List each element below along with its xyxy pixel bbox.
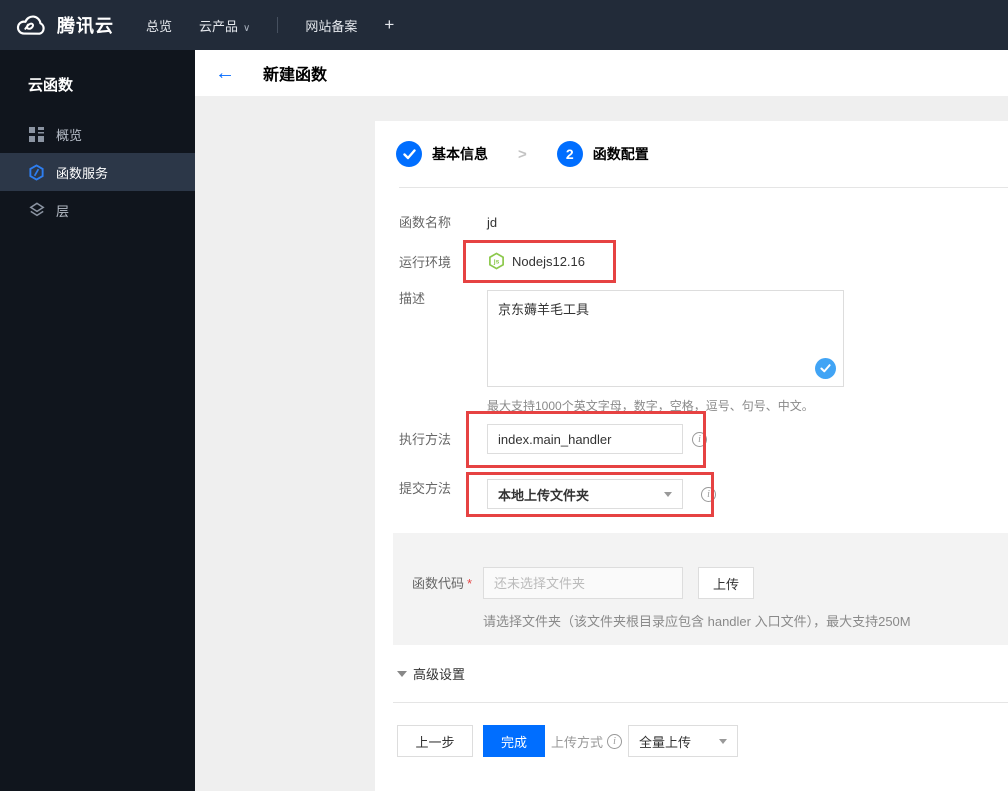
runtime-value-row: js Nodejs12.16 <box>488 252 585 270</box>
nav-item-cloud-products[interactable]: 云产品 ∨ <box>199 16 250 35</box>
description-hint: 最大支持1000个英文字母，数字，空格，逗号、句号、中文。 <box>487 399 814 413</box>
nav-item-overview[interactable]: 总览 <box>146 16 172 35</box>
tencent-cloud-logo-icon <box>14 13 48 38</box>
step-label-basic-info: 基本信息 <box>432 146 488 162</box>
upload-mode-select[interactable]: 全量上传 <box>628 725 738 757</box>
previous-step-button[interactable]: 上一步 <box>397 725 473 757</box>
upload-button[interactable]: 上传 <box>698 567 754 599</box>
handler-input[interactable] <box>487 424 683 454</box>
nodejs-icon: js <box>488 252 505 270</box>
description-field-wrap: 京东薅羊毛工具 <box>487 290 844 387</box>
step-label-function-config: 函数配置 <box>592 146 649 162</box>
grid-icon <box>28 126 45 143</box>
function-code-section: 函数代码* 上传 请选择文件夹（该文件夹根目录应包含 handler 入口文件）… <box>393 533 1008 645</box>
sidebar-item-label: 函数服务 <box>56 165 109 181</box>
caret-down-icon <box>664 491 672 497</box>
upload-mode-label: 上传方式 i <box>551 725 623 757</box>
create-function-card: 基本信息 > 2 函数配置 函数名称 jd 运行环境 js Nodejs12.1… <box>375 121 1008 791</box>
submit-method-value: 本地上传文件夹 <box>498 487 590 503</box>
step-done-check-icon <box>396 141 422 167</box>
upload-mode-info-icon[interactable]: i <box>607 733 623 749</box>
sidebar-title: 云函数 <box>28 77 74 94</box>
footer-divider <box>393 702 1008 703</box>
submit-method-label: 提交方法 <box>399 481 452 496</box>
sidebar: 云函数 概览 函数服务 层 <box>0 50 195 791</box>
page-header: ← 新建函数 <box>195 50 1008 96</box>
function-code-hint: 请选择文件夹（该文件夹根目录应包含 handler 入口文件），最大支持250M <box>483 614 911 629</box>
steps-divider <box>399 187 1008 188</box>
brand[interactable]: 腾讯云 <box>14 12 114 38</box>
upload-mode-value: 全量上传 <box>639 734 692 750</box>
submit-method-info-icon[interactable]: i <box>701 487 716 502</box>
required-asterisk: * <box>467 576 473 591</box>
chevron-right-icon: > <box>518 145 527 163</box>
nav-item-website-registration[interactable]: 网站备案 <box>305 16 357 35</box>
finish-button[interactable]: 完成 <box>483 725 545 757</box>
nav-divider <box>277 17 279 33</box>
brand-name: 腾讯云 <box>57 16 114 36</box>
caret-down-icon <box>719 738 727 744</box>
handler-label: 执行方法 <box>399 432 452 447</box>
advanced-settings-toggle[interactable]: 高级设置 <box>397 664 465 683</box>
function-icon <box>28 163 45 181</box>
valid-check-icon <box>815 358 836 379</box>
caret-down-icon <box>397 670 407 677</box>
submit-method-select[interactable]: 本地上传文件夹 <box>487 479 683 509</box>
page-title: 新建函数 <box>263 67 328 84</box>
advanced-settings-label: 高级设置 <box>413 667 466 682</box>
step-number-badge: 2 <box>556 141 583 167</box>
nav-add-button[interactable]: + <box>384 15 394 35</box>
layers-icon <box>28 202 45 219</box>
handler-info-icon[interactable]: i <box>692 432 707 447</box>
svg-text:js: js <box>493 258 500 265</box>
function-name-value: jd <box>487 215 498 230</box>
description-textarea[interactable]: 京东薅羊毛工具 <box>487 290 844 387</box>
sidebar-item-function-service[interactable]: 函数服务 <box>0 153 195 191</box>
runtime-label: 运行环境 <box>399 255 452 270</box>
folder-path-input[interactable] <box>483 567 683 599</box>
runtime-value: Nodejs12.16 <box>512 253 585 269</box>
step-indicator: 基本信息 > 2 函数配置 <box>396 141 649 167</box>
function-name-label: 函数名称 <box>399 215 452 230</box>
function-code-label: 函数代码 * <box>412 576 473 591</box>
sidebar-item-label: 概览 <box>56 127 83 143</box>
sidebar-item-label: 层 <box>56 203 70 219</box>
description-label: 描述 <box>399 291 426 306</box>
chevron-down-icon: ∨ <box>243 22 251 34</box>
back-arrow-icon[interactable]: ← <box>215 63 235 83</box>
sidebar-item-layers[interactable]: 层 <box>0 191 195 229</box>
sidebar-item-overview[interactable]: 概览 <box>0 115 195 153</box>
top-navbar: 腾讯云 总览 云产品 ∨ 网站备案 + <box>0 0 1008 50</box>
